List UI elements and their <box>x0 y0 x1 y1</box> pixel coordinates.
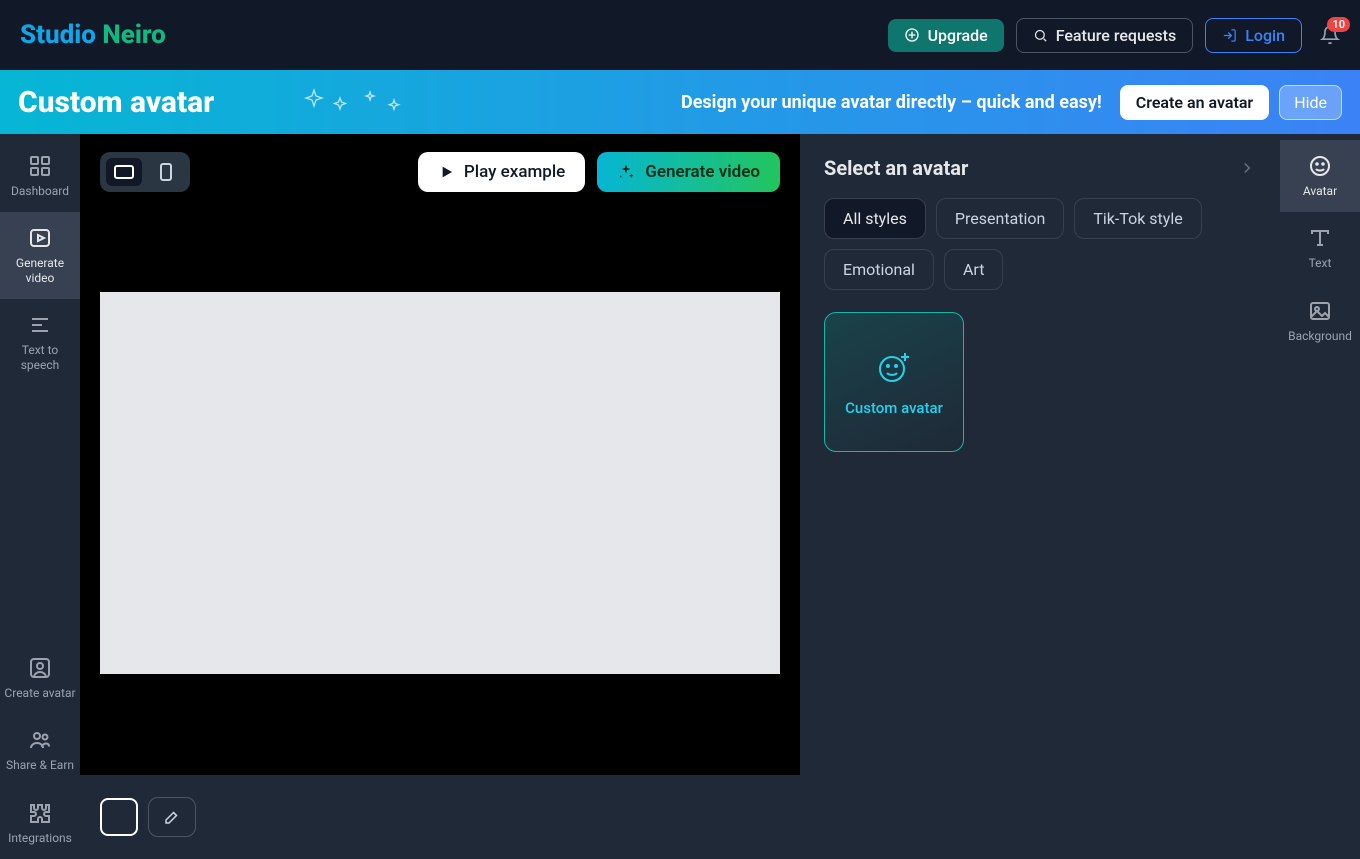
chip-art[interactable]: Art <box>944 249 1003 290</box>
rightnav-label: Avatar <box>1303 184 1337 198</box>
canvas-column: Play example Generate video <box>80 134 800 859</box>
generate-video-label: Generate video <box>645 162 760 182</box>
chip-emotional[interactable]: Emotional <box>824 249 934 290</box>
rightnav-item-background[interactable]: Background <box>1280 285 1360 357</box>
hide-banner-label: Hide <box>1294 93 1327 112</box>
play-square-icon <box>28 226 52 250</box>
pencil-icon <box>163 808 181 826</box>
generate-video-button[interactable]: Generate video <box>597 152 780 192</box>
login-label: Login <box>1245 26 1285 45</box>
aspect-portrait[interactable] <box>148 158 184 186</box>
chip-label: Emotional <box>843 260 915 279</box>
logo-word-2: Neiro <box>102 20 165 50</box>
play-example-button[interactable]: Play example <box>418 152 585 192</box>
upgrade-button[interactable]: Upgrade <box>888 19 1004 52</box>
sidebar-item-dashboard[interactable]: Dashboard <box>0 140 80 212</box>
sidebar-label: Generate video <box>4 256 76 285</box>
chip-label: Art <box>963 260 984 279</box>
smile-icon <box>1308 154 1332 178</box>
rightnav-label: Background <box>1288 329 1352 343</box>
avatar-filter-chips: All styles Presentation Tik-Tok style Em… <box>824 198 1256 290</box>
sidebar-item-share-earn[interactable]: Share & Earn <box>0 714 80 786</box>
banner-title: Custom avatar <box>18 85 214 120</box>
rightnav-label: Text <box>1309 256 1332 270</box>
play-icon <box>438 164 454 180</box>
video-canvas[interactable] <box>100 292 780 674</box>
user-square-icon <box>28 656 52 680</box>
chip-label: Presentation <box>955 209 1045 228</box>
puzzle-icon <box>28 801 52 825</box>
chip-label: All styles <box>843 209 907 228</box>
feature-requests-label: Feature requests <box>1056 26 1177 45</box>
banner-subtitle: Design your unique avatar directly – qui… <box>681 92 1102 113</box>
login-icon <box>1222 28 1237 43</box>
canvas-toolbar: Play example Generate video <box>80 134 800 210</box>
avatar-grid: Custom avatar <box>824 312 1256 452</box>
canvas-stage <box>80 210 800 775</box>
notifications-badge: 10 <box>1327 17 1350 32</box>
aspect-landscape[interactable] <box>106 158 142 186</box>
smile-plus-icon <box>874 347 914 387</box>
upgrade-icon <box>904 27 920 43</box>
aspect-ratio-toggle <box>100 152 190 192</box>
scene-thumb-1[interactable] <box>100 798 138 836</box>
landscape-icon <box>114 165 134 179</box>
custom-avatar-label: Custom avatar <box>845 399 943 417</box>
chip-label: Tik-Tok style <box>1093 209 1182 228</box>
text-box-icon <box>1308 226 1332 250</box>
text-align-icon <box>28 313 52 337</box>
sidebar-item-generate-video[interactable]: Generate video <box>0 212 80 299</box>
avatar-panel: Select an avatar All styles Presentation… <box>800 134 1280 859</box>
scene-strip <box>80 775 800 859</box>
avatar-panel-header: Select an avatar <box>824 156 1256 180</box>
sidebar-label: Text to speech <box>4 343 76 372</box>
chevron-right-icon <box>1238 159 1256 177</box>
search-plus-icon <box>1033 28 1048 43</box>
custom-avatar-card[interactable]: Custom avatar <box>824 312 964 452</box>
image-icon <box>1308 299 1332 323</box>
grid-icon <box>28 154 52 178</box>
hide-banner-button[interactable]: Hide <box>1279 85 1342 120</box>
left-sidebar: Dashboard Generate video Text to speech … <box>0 134 80 859</box>
sidebar-label: Integrations <box>8 831 72 845</box>
sidebar-item-integrations[interactable]: Integrations <box>0 787 80 859</box>
create-avatar-button[interactable]: Create an avatar <box>1120 85 1269 120</box>
rightnav-item-avatar[interactable]: Avatar <box>1280 140 1360 212</box>
avatar-panel-title: Select an avatar <box>824 156 968 180</box>
feature-requests-button[interactable]: Feature requests <box>1016 18 1194 53</box>
sparkle-icon <box>617 163 635 181</box>
app-logo: Studio Neiro <box>20 20 166 50</box>
logo-word-1: Studio <box>20 20 96 50</box>
scene-edit-button[interactable] <box>148 797 196 837</box>
login-button[interactable]: Login <box>1205 18 1302 53</box>
upgrade-label: Upgrade <box>928 26 988 45</box>
sidebar-label: Create avatar <box>4 686 75 700</box>
panel-collapse-button[interactable] <box>1238 159 1256 177</box>
portrait-icon <box>160 163 172 181</box>
notifications-button[interactable]: 10 <box>1320 25 1340 45</box>
create-avatar-label: Create an avatar <box>1136 93 1253 112</box>
sparkle-icon <box>300 86 410 118</box>
users-icon <box>28 728 52 752</box>
topbar: Studio Neiro Upgrade Feature requests Lo… <box>0 0 1360 70</box>
sidebar-item-create-avatar[interactable]: Create avatar <box>0 642 80 714</box>
play-example-label: Play example <box>464 162 565 182</box>
sidebar-label: Dashboard <box>11 184 69 198</box>
promo-banner: Custom avatar Design your unique avatar … <box>0 70 1360 134</box>
right-sidebar: Avatar Text Background <box>1280 134 1360 859</box>
sidebar-item-text-to-speech[interactable]: Text to speech <box>0 299 80 386</box>
sidebar-label: Share & Earn <box>6 758 74 772</box>
chip-presentation[interactable]: Presentation <box>936 198 1064 239</box>
rightnav-item-text[interactable]: Text <box>1280 212 1360 284</box>
chip-tiktok-style[interactable]: Tik-Tok style <box>1074 198 1201 239</box>
chip-all-styles[interactable]: All styles <box>824 198 926 239</box>
